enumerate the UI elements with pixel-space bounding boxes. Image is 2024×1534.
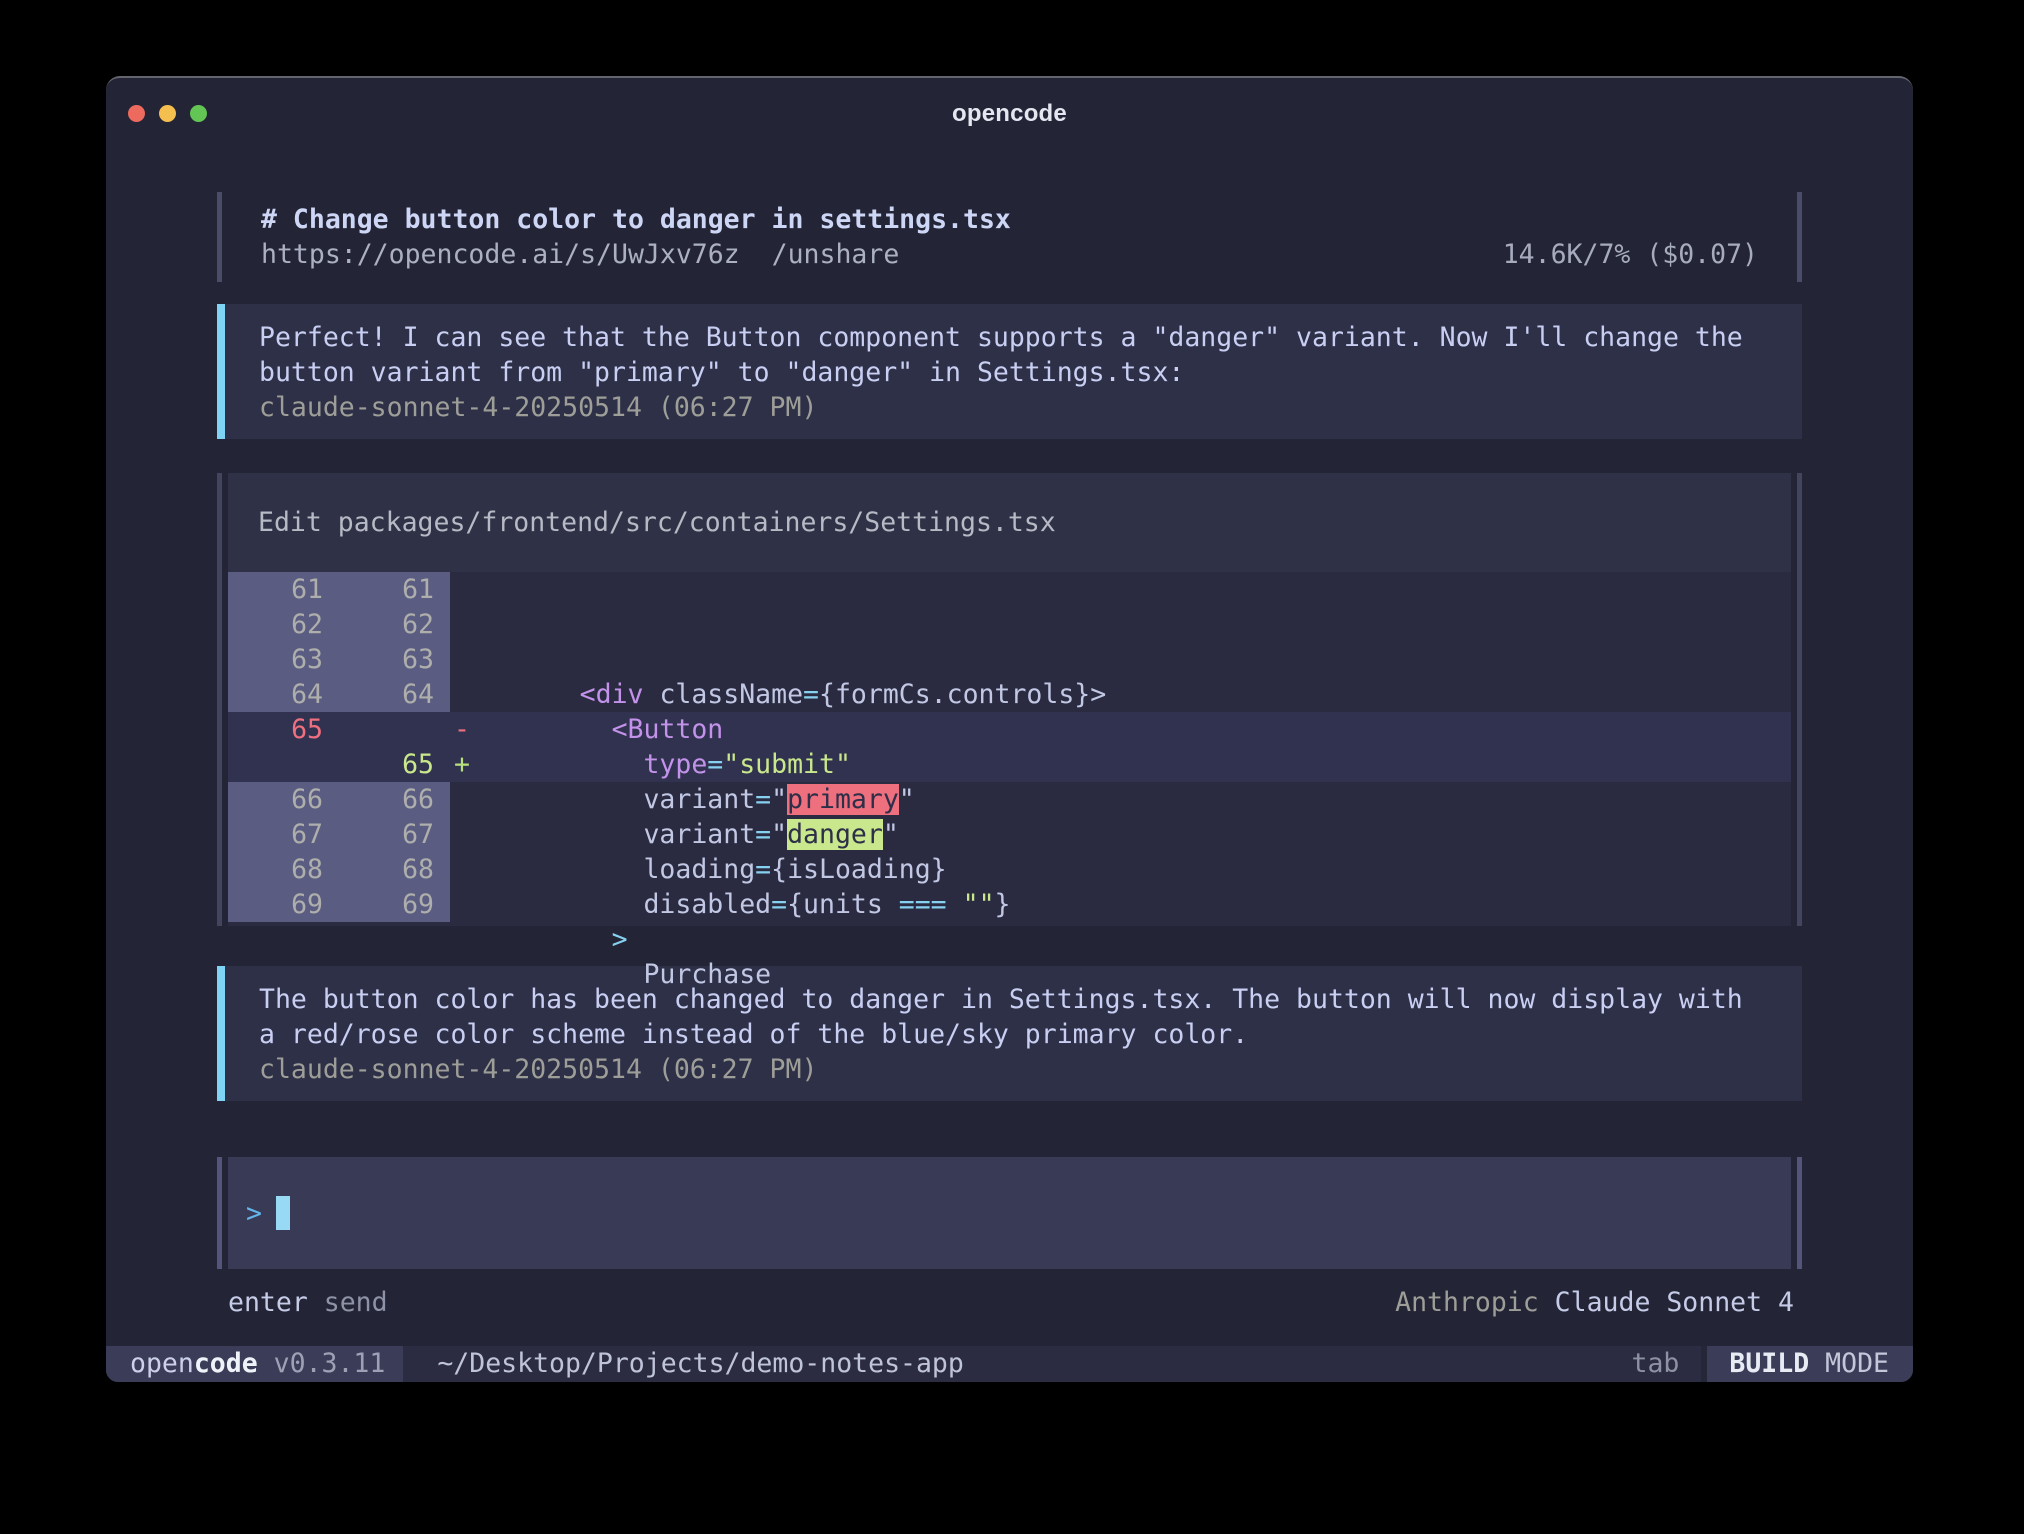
diff-row: 65 - variant="primary" xyxy=(228,712,1791,747)
session-header: # Change button color to danger in setti… xyxy=(217,192,1802,282)
session-header-right-rail xyxy=(1797,192,1802,282)
diff-new-line-number: 63 xyxy=(339,642,450,677)
model-name-spacer xyxy=(1539,1285,1555,1320)
diff-code-line: - variant="primary" xyxy=(450,712,1791,747)
diff-code-line: loading={isLoading} xyxy=(450,782,1791,817)
enter-key-hint: enter xyxy=(228,1285,308,1320)
edit-card-right-rail xyxy=(1797,473,1802,926)
model-provider: Anthropic xyxy=(1395,1285,1539,1320)
edit-tool-header: Edit packages/frontend/src/containers/Se… xyxy=(228,473,1791,572)
diff-new-line-number: 62 xyxy=(339,607,450,642)
diff-change-marker: + xyxy=(454,747,470,782)
diff-row: 63 63 <Button xyxy=(228,642,1791,677)
diff-new-line-number: 65 xyxy=(339,747,450,782)
diff-old-line-number xyxy=(228,747,339,782)
diff-old-line-number: 66 xyxy=(228,782,339,817)
diff-old-line-number: 69 xyxy=(228,887,339,922)
prompt-area: > xyxy=(217,1157,1802,1269)
prompt-input[interactable]: > xyxy=(228,1157,1791,1269)
diff-rows: 61 61 62 62 <div className={formCs.contr… xyxy=(228,572,1791,926)
message-text: Perfect! I can see that the Button compo… xyxy=(259,320,1764,355)
code-token xyxy=(548,959,644,990)
status-bar: opencode v0.3.11 ~/Desktop/Projects/demo-… xyxy=(106,1346,1913,1382)
model-name[interactable]: Claude Sonnet 4 xyxy=(1555,1285,1794,1320)
diff-code-line: disabled={units === ""} xyxy=(450,817,1791,852)
prompt-symbol: > xyxy=(246,1196,262,1231)
code-token: Purchase xyxy=(643,959,771,990)
app-name: open xyxy=(130,1346,194,1382)
message-meta: claude-sonnet-4-20250514 (06:27 PM) xyxy=(259,390,1764,425)
diff-row: 69 69 Purchase xyxy=(228,887,1791,922)
code-token: > xyxy=(612,924,628,955)
diff-new-line-number: 69 xyxy=(339,887,450,922)
diff-new-line-number: 67 xyxy=(339,817,450,852)
assistant-message: Perfect! I can see that the Button compo… xyxy=(217,304,1802,439)
diff-code-line: > xyxy=(450,852,1791,887)
diff-row: 68 68 > xyxy=(228,852,1791,887)
diff-change-marker: - xyxy=(454,712,470,747)
titlebar: opencode xyxy=(106,78,1913,148)
diff-code-line: type="submit" xyxy=(450,677,1791,712)
edit-tool-card: Edit packages/frontend/src/containers/Se… xyxy=(217,473,1802,926)
main-content: # Change button color to danger in setti… xyxy=(106,192,1913,1320)
app-version-segment: opencode v0.3.11 xyxy=(106,1346,403,1382)
diff-old-line-number: 68 xyxy=(228,852,339,887)
hints-row: enter send Anthropic Claude Sonnet 4 xyxy=(217,1285,1802,1320)
message-text: button variant from "primary" to "danger… xyxy=(259,355,1764,390)
diff-code-line xyxy=(450,572,1791,607)
zoom-button[interactable] xyxy=(190,105,207,122)
diff-old-line-number: 67 xyxy=(228,817,339,852)
unshare-command[interactable]: /unshare xyxy=(772,237,900,272)
diff-new-line-number: 68 xyxy=(339,852,450,887)
diff-new-line-number: 66 xyxy=(339,782,450,817)
edit-card-left-rail xyxy=(217,473,222,926)
context-stats: 14.6K/7% ($0.07) xyxy=(1503,237,1758,272)
working-directory: ~/Desktop/Projects/demo-notes-app xyxy=(437,1346,964,1382)
traffic-lights xyxy=(128,78,207,148)
diff-old-line-number: 62 xyxy=(228,607,339,642)
window-title: opencode xyxy=(952,96,1067,131)
prompt-right-rail xyxy=(1797,1157,1802,1269)
diff-row: 61 61 xyxy=(228,572,1791,607)
diff-row: 62 62 <div className={formCs.controls}> xyxy=(228,607,1791,642)
diff-code-line: <div className={formCs.controls}> xyxy=(450,607,1791,642)
diff-row: 67 67 disabled={units === ""} xyxy=(228,817,1791,852)
close-button[interactable] xyxy=(128,105,145,122)
tab-key-hint: tab xyxy=(1632,1346,1680,1382)
diff-code-line: + variant="danger" xyxy=(450,747,1791,782)
mode-label-bold: BUILD xyxy=(1729,1346,1809,1382)
opencode-window: opencode # Change button color to danger… xyxy=(106,76,1913,1382)
text-cursor xyxy=(276,1196,290,1230)
message-meta: claude-sonnet-4-20250514 (06:27 PM) xyxy=(259,1052,1764,1087)
diff-code-line: <Button xyxy=(450,642,1791,677)
diff-row: 65 + variant="danger" xyxy=(228,747,1791,782)
diff-old-line-number: 64 xyxy=(228,677,339,712)
session-title: # Change button color to danger in setti… xyxy=(261,202,1758,237)
session-header-left-rail xyxy=(217,192,222,282)
app-version: v0.3.11 xyxy=(274,1346,386,1382)
diff-new-line-number xyxy=(339,712,450,747)
diff-row: 64 64 type="submit" xyxy=(228,677,1791,712)
diff-new-line-number: 61 xyxy=(339,572,450,607)
app-name-bold: code xyxy=(194,1346,258,1382)
send-action-hint: send xyxy=(324,1285,388,1320)
share-url[interactable]: https://opencode.ai/s/UwJxv76z xyxy=(261,237,740,272)
code-token xyxy=(548,924,612,955)
prompt-left-rail xyxy=(217,1157,222,1269)
diff-code-line: Purchase xyxy=(450,887,1791,922)
diff-new-line-number: 64 xyxy=(339,677,450,712)
mode-label: MODE xyxy=(1825,1346,1889,1382)
minimize-button[interactable] xyxy=(159,105,176,122)
diff-old-line-number: 63 xyxy=(228,642,339,677)
send-action-hint xyxy=(308,1285,324,1320)
diff-old-line-number: 65 xyxy=(228,712,339,747)
diff-old-line-number: 61 xyxy=(228,572,339,607)
diff-row: 66 66 loading={isLoading} xyxy=(228,782,1791,817)
mode-toggle[interactable]: BUILD MODE xyxy=(1707,1346,1913,1382)
